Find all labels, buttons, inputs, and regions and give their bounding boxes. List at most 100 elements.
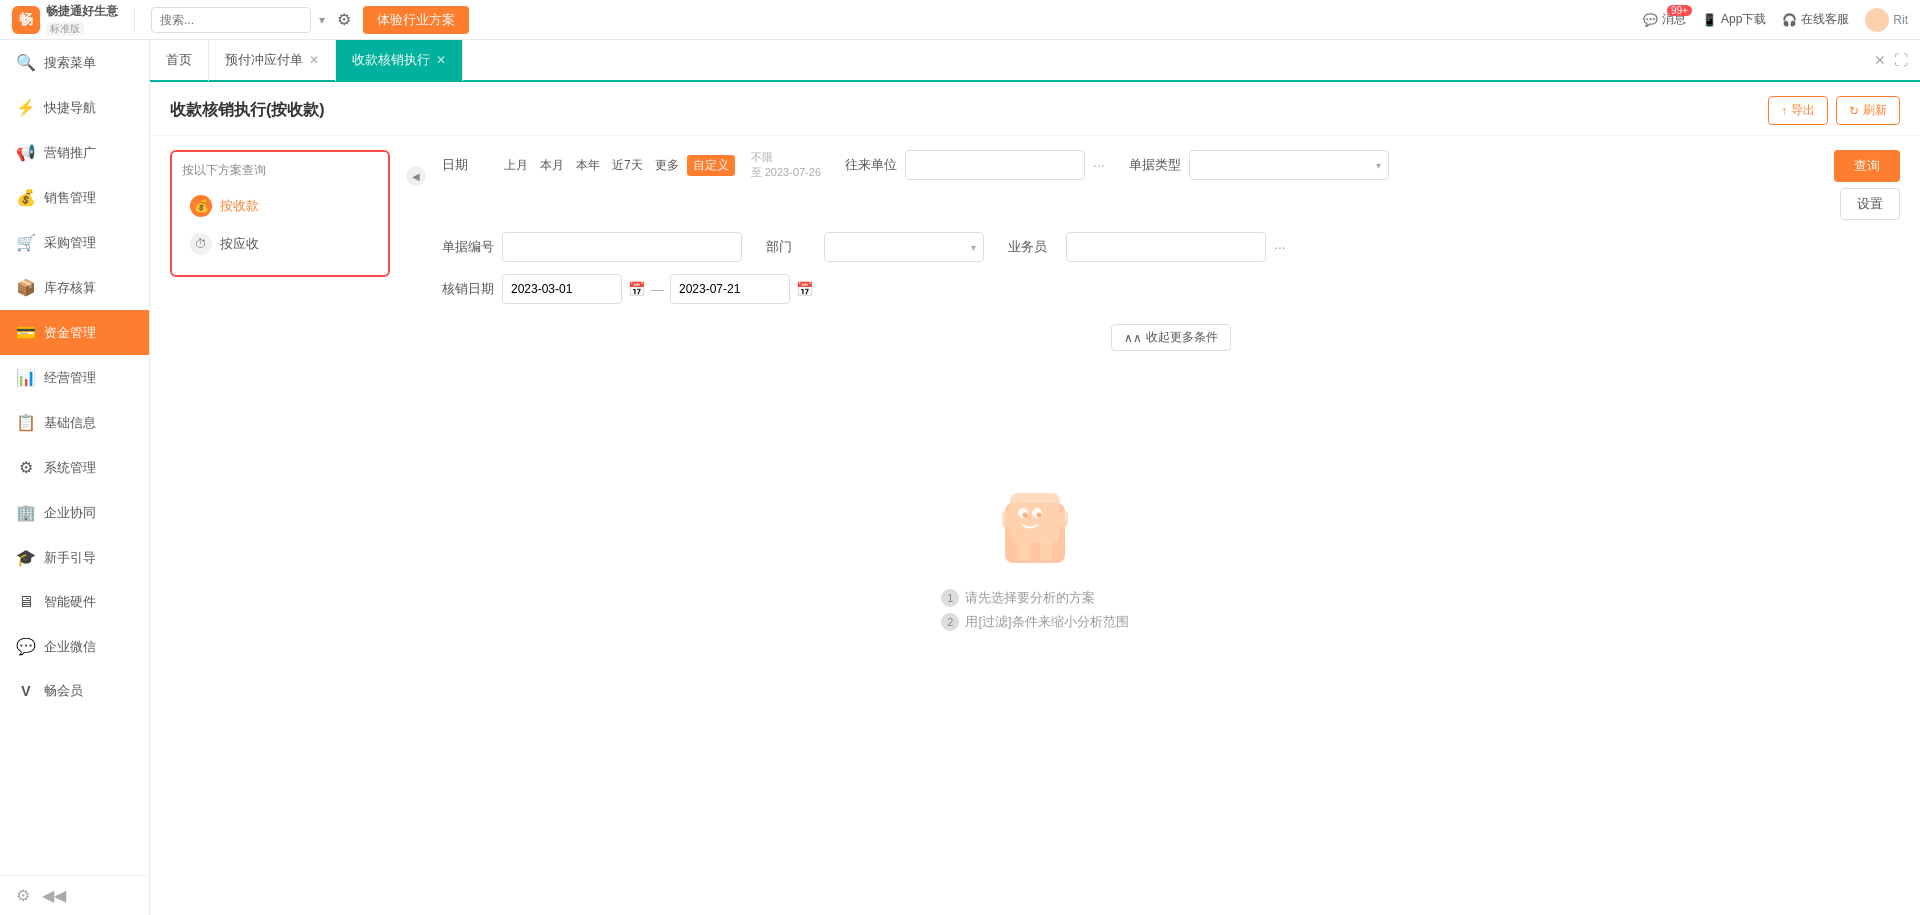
department-label: 部门 [766, 238, 816, 256]
counterparty-more-icon[interactable]: ··· [1093, 157, 1105, 173]
sidebar-item-quick-nav[interactable]: ⚡ 快捷导航 [0, 85, 149, 130]
settings-button[interactable]: 设置 [1840, 188, 1900, 220]
guide-icon: 🎓 [16, 548, 36, 567]
tab-close-all-icon[interactable]: ✕ [1874, 52, 1886, 68]
filter-row-3: 核销日期 📅 — 📅 [442, 274, 1900, 304]
filter-doc-number-field: 单据编号 [442, 232, 742, 262]
settings-gear-icon[interactable]: ⚙ [337, 10, 351, 29]
date-label: 日期 [442, 156, 492, 174]
user-avatar[interactable]: Rit [1865, 8, 1908, 32]
collapse-panel-btn[interactable]: ◀ [406, 150, 426, 359]
sidebar-item-hardware[interactable]: 🖥 智能硬件 [0, 580, 149, 624]
page-content: 收款核销执行(按收款) ↑ 导出 ↻ 刷新 [150, 82, 1920, 915]
writeoff-to-input[interactable] [670, 274, 790, 304]
sidebar-item-basic[interactable]: 📋 基础信息 [0, 400, 149, 445]
sidebar-item-purchase[interactable]: 🛒 采购管理 [0, 220, 149, 265]
sidebar-item-sales[interactable]: 💰 销售管理 [0, 175, 149, 220]
sidebar: 🔍 搜索菜单 ⚡ 快捷导航 📢 营销推广 💰 销售管理 🛒 采购管理 📦 库存核… [0, 40, 150, 915]
department-select[interactable] [824, 232, 984, 262]
hint-num-1: 1 [941, 589, 959, 607]
filter-option-by-receipt[interactable]: 💰 按收款 [182, 189, 378, 223]
filter-writeoff-date-field: 核销日期 📅 — 📅 [442, 274, 813, 304]
sidebar-item-finance[interactable]: 💳 资金管理 [0, 310, 149, 355]
refresh-button[interactable]: ↻ 刷新 [1836, 96, 1900, 125]
gear-bottom-icon[interactable]: ⚙ [16, 886, 30, 905]
marketing-icon: 📢 [16, 143, 36, 162]
tab-expand-icon[interactable]: ⛶ [1894, 52, 1908, 68]
export-icon: ↑ [1781, 104, 1787, 118]
sales-icon: 💰 [16, 188, 36, 207]
doc-type-select-wrap: ▾ [1189, 150, 1389, 180]
svg-rect-8 [1018, 541, 1030, 561]
online-service-button[interactable]: 🎧 在线客服 [1782, 11, 1849, 28]
top-search-input[interactable] [151, 7, 311, 33]
this-month-btn[interactable]: 本月 [536, 155, 568, 176]
export-button[interactable]: ↑ 导出 [1768, 96, 1828, 125]
filter-department-field: 部门 ▾ [766, 232, 984, 262]
sidebar-item-search-menu[interactable]: 🔍 搜索菜单 [0, 40, 149, 85]
logo-area: 畅 畅捷通好生意 标准版 [12, 3, 118, 36]
page-header-actions: ↑ 导出 ↻ 刷新 [1768, 96, 1900, 125]
doc-number-input[interactable] [502, 232, 742, 262]
svg-rect-6 [1002, 511, 1010, 527]
staff-input[interactable] [1066, 232, 1266, 262]
industry-solution-button[interactable]: 体验行业方案 [363, 6, 469, 34]
sidebar-item-system[interactable]: ⚙ 系统管理 [0, 445, 149, 490]
counterparty-label: 往来单位 [845, 156, 897, 174]
empty-state: 1 请先选择要分析的方案 2 用[过滤]条件来缩小分析范围 [150, 373, 1920, 717]
sidebar-item-inventory[interactable]: 📦 库存核算 [0, 265, 149, 310]
panel-collapse-icon[interactable]: ◀ [406, 166, 426, 186]
home-tab-label: 首页 [166, 51, 192, 69]
tab-writeoff[interactable]: 收款核销执行 ✕ [336, 40, 463, 81]
writeoff-to-calendar-icon[interactable]: 📅 [796, 281, 813, 297]
tab-prepaid-close-icon[interactable]: ✕ [309, 53, 319, 67]
search-dropdown-icon[interactable]: ▾ [319, 13, 325, 27]
empty-hints: 1 请先选择要分析的方案 2 用[过滤]条件来缩小分析范围 [941, 589, 1128, 637]
this-year-btn[interactable]: 本年 [572, 155, 604, 176]
date-quick-buttons: 上月 本月 本年 近7天 更多 自定义 [500, 155, 735, 176]
filter-doc-type-field: 单据类型 ▾ [1129, 150, 1389, 180]
writeoff-from-input[interactable] [502, 274, 622, 304]
writeoff-from-calendar-icon[interactable]: 📅 [628, 281, 645, 297]
sidebar-item-guide[interactable]: 🎓 新手引导 [0, 535, 149, 580]
filter-date-field: 日期 上月 本月 本年 近7天 更多 自定义 [442, 150, 821, 180]
sidebar-item-enterprise[interactable]: 🏢 企业协同 [0, 490, 149, 535]
message-button[interactable]: 💬 消息 99+ [1643, 11, 1686, 28]
query-button[interactable]: 查询 [1834, 150, 1900, 182]
more-date-btn[interactable]: 更多 [651, 155, 683, 176]
sidebar-item-marketing[interactable]: 📢 营销推广 [0, 130, 149, 175]
collapse-more-button[interactable]: ∧∧ 收起更多条件 [1111, 324, 1231, 351]
filter-option-by-receivable[interactable]: ⏱ 按应收 [182, 227, 378, 261]
svg-rect-7 [1060, 511, 1068, 527]
doc-type-select[interactable] [1189, 150, 1389, 180]
tab-writeoff-close-icon[interactable]: ✕ [436, 53, 446, 67]
collapse-sidebar-icon[interactable]: ◀◀ [42, 886, 66, 905]
page-inner: 收款核销执行(按收款) ↑ 导出 ↻ 刷新 [150, 82, 1920, 915]
writeoff-date-label: 核销日期 [442, 280, 494, 298]
sidebar-item-operation[interactable]: 📊 经营管理 [0, 355, 149, 400]
tab-prepaid[interactable]: 预付冲应付单 ✕ [209, 40, 336, 81]
message-icon: 💬 [1643, 13, 1658, 27]
refresh-icon: ↻ [1849, 104, 1859, 118]
operation-icon: 📊 [16, 368, 36, 387]
page-header: 收款核销执行(按收款) ↑ 导出 ↻ 刷新 [150, 82, 1920, 136]
sidebar-item-wechat[interactable]: 💬 企业微信 [0, 624, 149, 669]
last-7-days-btn[interactable]: 近7天 [608, 155, 647, 176]
counterparty-input[interactable] [905, 150, 1085, 180]
date-limit-hint: 不限 至 2023-07-26 [751, 150, 821, 180]
app-download-button[interactable]: 📱 App下载 [1702, 11, 1766, 28]
member-icon: V [16, 683, 36, 699]
quick-nav-icon: ⚡ [16, 98, 36, 117]
date-to-text: 至 2023-07-26 [751, 165, 821, 180]
content-area: 首页 预付冲应付单 ✕ 收款核销执行 ✕ ✕ ⛶ 收款核销执行(按收款) [150, 40, 1920, 915]
staff-more-icon[interactable]: ··· [1274, 239, 1286, 255]
last-month-btn[interactable]: 上月 [500, 155, 532, 176]
tab-end-icons: ✕ ⛶ [1862, 52, 1920, 68]
basic-icon: 📋 [16, 413, 36, 432]
sidebar-item-member[interactable]: V 畅会员 [0, 669, 149, 713]
doc-type-label: 单据类型 [1129, 156, 1181, 174]
tab-home[interactable]: 首页 [150, 40, 209, 81]
writeoff-date-range: 📅 — 📅 [502, 274, 813, 304]
custom-date-btn[interactable]: 自定义 [687, 155, 735, 176]
sidebar-bottom: ⚙ ◀◀ [0, 875, 149, 915]
